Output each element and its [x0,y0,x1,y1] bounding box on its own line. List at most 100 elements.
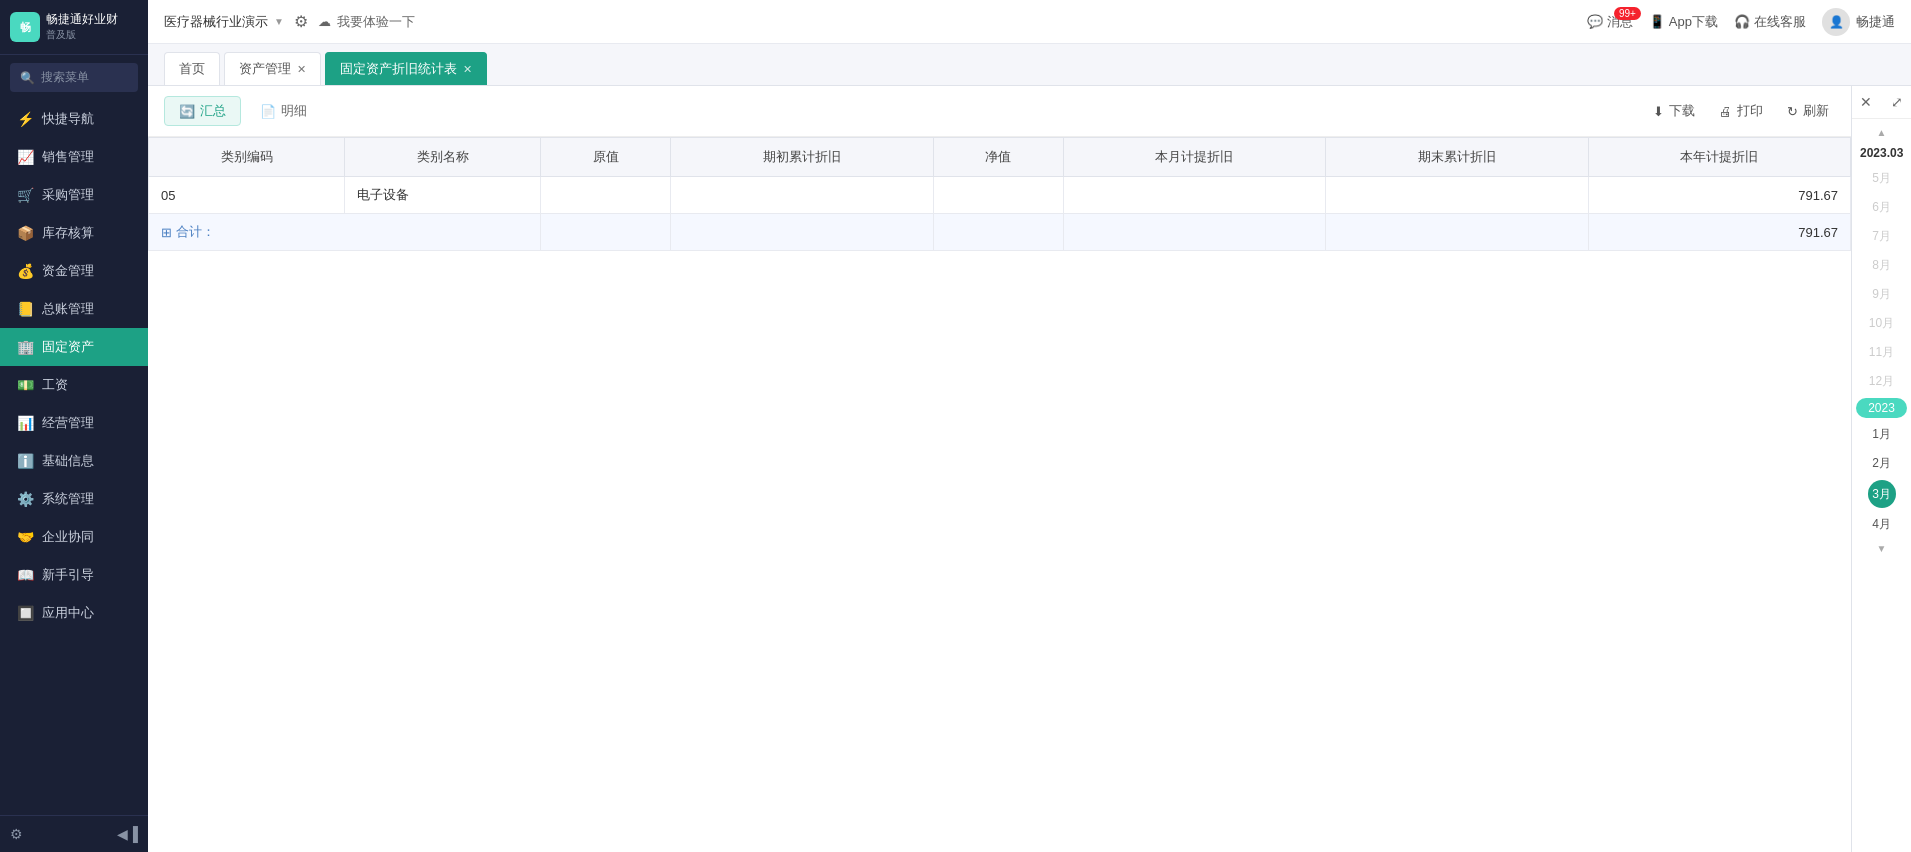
tab-close-depreciation[interactable]: ✕ [463,63,472,76]
logo-text: 畅捷通好业财 普及版 [46,12,118,42]
sidebar-header: 畅 畅捷通好业财 普及版 [0,0,148,55]
month-2[interactable]: 2月 [1852,449,1911,478]
scroll-down-button[interactable]: ▼ [1852,539,1911,558]
topbar-left: 医疗器械行业演示 ▼ ⚙ ☁ 我要体验一下 [164,12,415,31]
refresh-button[interactable]: ↻ 刷新 [1781,98,1835,124]
month-4[interactable]: 4月 [1852,510,1911,539]
sidebar-item-quicknav[interactable]: ⚡ 快捷导航 [0,100,148,138]
subtabs: 🔄 汇总 📄 明细 [164,96,322,126]
month-12[interactable]: 12月 [1852,367,1911,396]
table-container: 类别编码 类别名称 原值 期初累计折旧 净值 本月计提折旧 期末累计折旧 本年计… [148,137,1851,852]
total-expand-icon: ⊞ [161,225,172,240]
search-menu-button[interactable]: 🔍 搜索菜单 [10,63,138,92]
sidebar-item-payroll[interactable]: 💵 工资 [0,366,148,404]
detail-icon: 📄 [260,104,276,119]
app-download-button[interactable]: 📱 App下载 [1649,13,1718,31]
online-service-icon: 🎧 [1734,14,1750,29]
sidebar-item-basic-info[interactable]: ℹ️ 基础信息 [0,442,148,480]
total-label-cell: ⊞ 合计： [149,214,541,251]
payroll-icon: 💵 [16,377,34,393]
tabbar: 首页 资产管理 ✕ 固定资产折旧统计表 ✕ [148,44,1911,86]
month-3[interactable]: 3月 [1868,480,1896,508]
month-5[interactable]: 5月 [1852,164,1911,193]
sidebar-item-enterprise[interactable]: 🤝 企业协同 [0,518,148,556]
panel-expand-button[interactable]: ⤢ [1889,92,1905,112]
experience-icon: ☁ [318,14,331,29]
online-service-button[interactable]: 🎧 在线客服 [1734,13,1806,31]
avatar: 👤 [1822,8,1850,36]
sidebar-item-system[interactable]: ⚙️ 系统管理 [0,480,148,518]
month-6[interactable]: 6月 [1852,193,1911,222]
sales-icon: 📈 [16,149,34,165]
total-begin-dep [671,214,933,251]
month-10[interactable]: 10月 [1852,309,1911,338]
sidebar-item-guide[interactable]: 📖 新手引导 [0,556,148,594]
topbar-settings-icon[interactable]: ⚙ [294,12,308,31]
logo-icon: 畅 [10,12,40,42]
tab-asset-mgmt[interactable]: 资产管理 ✕ [224,52,321,85]
sidebar-item-purchase[interactable]: 🛒 采购管理 [0,176,148,214]
date-panel-title: 2023.03 [1852,142,1911,164]
quicknav-icon: ⚡ [16,111,34,127]
row-original [541,177,671,214]
depreciation-table: 类别编码 类别名称 原值 期初累计折旧 净值 本月计提折旧 期末累计折旧 本年计… [148,137,1851,251]
panel-close-button[interactable]: ✕ [1858,92,1874,112]
subtab-summary[interactable]: 🔄 汇总 [164,96,241,126]
total-original [541,214,671,251]
tab-home[interactable]: 首页 [164,52,220,85]
row-begin-dep [671,177,933,214]
system-icon: ⚙️ [16,491,34,507]
print-button[interactable]: 🖨 打印 [1713,98,1769,124]
date-panel: ▲ 2023.03 5月 6月 7月 8月 9月 10月 11月 12月 202… [1852,119,1911,562]
sidebar-item-sales[interactable]: 📈 销售管理 [0,138,148,176]
sidebar-item-ledger[interactable]: 📒 总账管理 [0,290,148,328]
messages-badge: 99+ [1614,7,1641,20]
search-icon: 🔍 [20,71,35,85]
col-name: 类别名称 [345,138,541,177]
settings-footer-icon[interactable]: ⚙ [10,826,23,842]
sidebar-item-operations[interactable]: 📊 经营管理 [0,404,148,442]
panel-controls: ✕ ⤢ [1852,86,1911,119]
table-row: 05 电子设备 791.67 [149,177,1851,214]
toolbar-right: ⬇ 下载 🖨 打印 ↻ 刷新 [1647,98,1835,124]
collapse-icon[interactable]: ◀▐ [117,826,138,842]
month-11[interactable]: 11月 [1852,338,1911,367]
ledger-icon: 📒 [16,301,34,317]
month-8[interactable]: 8月 [1852,251,1911,280]
col-net-value: 净值 [933,138,1063,177]
sidebar-item-apps[interactable]: 🔲 应用中心 [0,594,148,632]
download-button[interactable]: ⬇ 下载 [1647,98,1701,124]
sidebar-item-fixed-assets[interactable]: 🏢 固定资产 [0,328,148,366]
experience-button[interactable]: ☁ 我要体验一下 [318,13,415,31]
row-end-dep [1326,177,1588,214]
sidebar-item-inventory[interactable]: 📦 库存核算 [0,214,148,252]
tab-depreciation[interactable]: 固定资产折旧统计表 ✕ [325,52,487,85]
content-area: 🔄 汇总 📄 明细 ⬇ 下载 🖨 打印 [148,86,1851,852]
month-1[interactable]: 1月 [1852,420,1911,449]
row-month-dep [1063,177,1325,214]
messages-icon: 💬 [1587,14,1603,29]
scroll-up-button[interactable]: ▲ [1852,123,1911,142]
month-9[interactable]: 9月 [1852,280,1911,309]
subtab-bar: 🔄 汇总 📄 明细 ⬇ 下载 🖨 打印 [148,86,1851,137]
year-2023[interactable]: 2023 [1856,398,1907,418]
enterprise-icon: 🤝 [16,529,34,545]
col-begin-dep: 期初累计折旧 [671,138,933,177]
subtab-detail[interactable]: 📄 明细 [245,96,322,126]
col-end-dep: 期末累计折旧 [1326,138,1588,177]
sidebar-logo: 畅 畅捷通好业财 普及版 [10,12,138,42]
right-date-panel: ✕ ⤢ ▲ 2023.03 5月 6月 7月 8月 9月 10月 11月 12月… [1851,86,1911,852]
row-code: 05 [149,177,345,214]
topbar-right: 💬 消息 99+ 📱 App下载 🎧 在线客服 👤 畅捷通 [1587,8,1895,36]
purchase-icon: 🛒 [16,187,34,203]
sidebar-item-funds[interactable]: 💰 资金管理 [0,252,148,290]
messages-button[interactable]: 💬 消息 99+ [1587,13,1633,31]
user-info[interactable]: 👤 畅捷通 [1822,8,1895,36]
tab-close-asset-mgmt[interactable]: ✕ [297,63,306,76]
company-selector[interactable]: 医疗器械行业演示 ▼ [164,13,284,31]
funds-icon: 💰 [16,263,34,279]
sidebar-search-area: 🔍 搜索菜单 [0,55,148,100]
col-month-dep: 本月计提折旧 [1063,138,1325,177]
sidebar-nav: ⚡ 快捷导航 📈 销售管理 🛒 采购管理 📦 库存核算 💰 资金管理 📒 总账管… [0,100,148,815]
month-7[interactable]: 7月 [1852,222,1911,251]
